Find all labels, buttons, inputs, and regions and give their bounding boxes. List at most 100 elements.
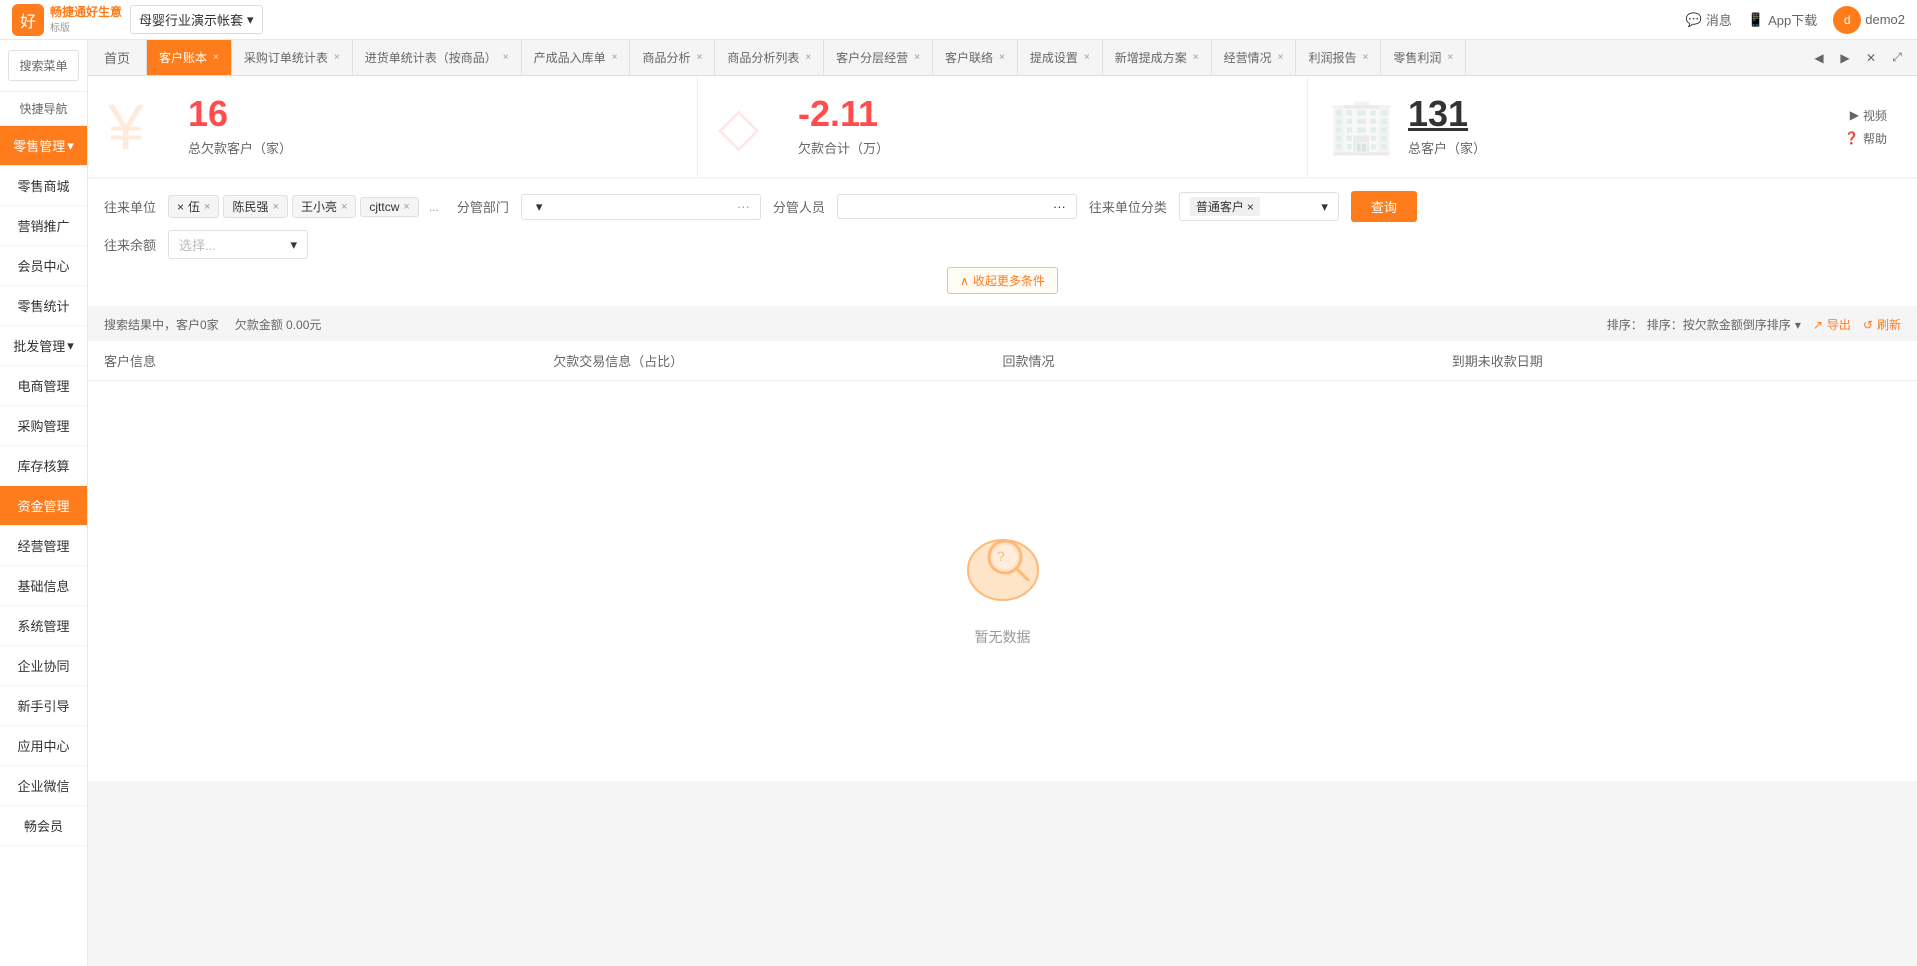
tab-close-retail-profit[interactable]: × [1447, 52, 1453, 63]
tab-operation-status[interactable]: 经营情况 × [1212, 40, 1297, 76]
tab-close-operation-status[interactable]: × [1278, 52, 1284, 63]
sidebar-item-app-center[interactable]: 应用中心 [0, 726, 87, 766]
tab-customer-contact[interactable]: 客户联络 × [933, 40, 1018, 76]
balance-chevron-icon: ▾ [290, 237, 297, 253]
sidebar-item-new-guide[interactable]: 新手引导 [0, 686, 87, 726]
sidebar-item-operation[interactable]: 经营管理 [0, 526, 87, 566]
quick-nav-btn[interactable]: 快捷导航 [0, 92, 87, 126]
store-select[interactable]: 母婴行业演示帐套 ▾ [130, 5, 263, 34]
empty-illustration: ? [943, 515, 1063, 615]
sidebar-item-member-center[interactable]: 会员中心 [0, 246, 87, 286]
avatar: d [1833, 6, 1861, 34]
tab-close-customer-contact[interactable]: × [999, 52, 1005, 63]
remove-tag-4[interactable]: × [403, 201, 409, 213]
filter-tag-4: cjttcw × [360, 197, 418, 217]
wholesale-arrow-icon: ▾ [67, 338, 74, 354]
stat-label-all-customers: 总客户（家） [1408, 138, 1486, 157]
tab-close-profit-report[interactable]: × [1362, 52, 1368, 63]
tab-goods-analysis-list[interactable]: 商品分析列表 × [715, 40, 824, 76]
sidebar-item-enterprise[interactable]: 企业协同 [0, 646, 87, 686]
remove-tag-3[interactable]: × [341, 201, 347, 213]
stat-value-customers: 16 [188, 96, 292, 132]
filter-row-2: 往来余额 选择... ▾ [104, 230, 1901, 259]
tab-close-reminder-settings[interactable]: × [1084, 52, 1090, 63]
tab-close-new-plan[interactable]: × [1193, 52, 1199, 63]
export-btn[interactable]: ↗ 导出 [1813, 316, 1851, 333]
tab-retail-profit[interactable]: 零售利润 × [1381, 40, 1466, 76]
search-menu-btn[interactable]: 搜索菜单 [8, 50, 79, 81]
tab-close-all-btn[interactable]: ✕ [1859, 46, 1883, 70]
sidebar-search-area: 搜索菜单 [0, 40, 87, 92]
table-header: 客户信息 欠款交易信息（占比） 回款情况 到期未收款日期 [88, 341, 1917, 381]
tab-purchase-order-stats[interactable]: 采购订单统计表 × [232, 40, 353, 76]
tab-home[interactable]: 首页 [88, 40, 147, 76]
sidebar-item-purchase[interactable]: 采购管理 [0, 406, 87, 446]
tab-close-goods-analysis-list[interactable]: × [805, 52, 811, 63]
content-area: 首页 客户账本 × 采购订单统计表 × 进货单统计表（按商品） × 产成品入库单… [88, 40, 1917, 966]
result-bar: 搜索结果中，客户0家 欠款金额 0.00元 排序： 排序：按欠款金额倒序排序 ▾… [88, 308, 1917, 341]
collapse-btn[interactable]: ∧ 收起更多条件 [947, 267, 1058, 294]
tab-prev-btn[interactable]: ◀ [1807, 46, 1831, 70]
sidebar-item-finance[interactable]: 资金管理 [0, 486, 87, 526]
tab-close-purchase-order-stats[interactable]: × [334, 52, 340, 63]
result-summary: 搜索结果中，客户0家 [104, 316, 219, 333]
logo-icon: 好 [12, 4, 44, 36]
refresh-btn[interactable]: ↺ 刷新 [1863, 316, 1901, 333]
tab-close-goods-in-stats[interactable]: × [503, 52, 509, 63]
sidebar-item-retail-stats[interactable]: 零售统计 [0, 286, 87, 326]
filter-more-btn[interactable]: ... [423, 198, 445, 216]
tab-profit-report[interactable]: 利润报告 × [1296, 40, 1381, 76]
dept-select[interactable]: ▾ ··· [521, 194, 761, 220]
stat-total-all-customers: 🏢 131 总客户（家） ▶ 视频 ❓ 帮助 [1308, 76, 1917, 177]
header-left: 好 畅捷通好生意 标版 母婴行业演示帐套 ▾ [12, 4, 263, 36]
sort-select[interactable]: 排序： 排序：按欠款金额倒序排序 ▾ [1607, 316, 1801, 333]
sidebar-item-ecommerce[interactable]: 电商管理 [0, 366, 87, 406]
app-download-btn[interactable]: 📱 App下载 [1748, 10, 1817, 29]
filter-tag-2: 陈民强 × [223, 195, 287, 218]
tab-cost-in[interactable]: 产成品入库单 × [522, 40, 631, 76]
dept-chevron-icon: ▾ [536, 199, 543, 215]
sidebar-item-basic-info[interactable]: 基础信息 [0, 566, 87, 606]
filter-tag-3: 王小亮 × [292, 195, 356, 218]
tab-close-customer-account[interactable]: × [213, 52, 219, 63]
tab-next-btn[interactable]: ▶ [1833, 46, 1857, 70]
tab-fullscreen-btn[interactable]: ⤢ [1885, 46, 1909, 70]
tab-close-customer-tier[interactable]: × [914, 52, 920, 63]
sidebar-item-inventory[interactable]: 库存核算 [0, 446, 87, 486]
tab-close-goods-analysis[interactable]: × [696, 52, 702, 63]
tab-close-cost-in[interactable]: × [612, 52, 618, 63]
tab-goods-analysis[interactable]: 商品分析 × [630, 40, 715, 76]
search-btn[interactable]: 查询 [1351, 191, 1417, 222]
tab-reminder-settings[interactable]: 提成设置 × [1018, 40, 1103, 76]
stats-row: ¥ 16 总欠款客户（家） ◇ -2.11 欠款合计（万） 🏢 [88, 76, 1917, 177]
sidebar-item-retail-mall[interactable]: 零售商城 [0, 166, 87, 206]
remove-tag-1[interactable]: × [204, 201, 210, 213]
sidebar-item-marketing[interactable]: 营销推广 [0, 206, 87, 246]
remove-class-tag[interactable]: × [1247, 200, 1254, 214]
phone-icon: 📱 [1748, 12, 1764, 28]
sidebar-item-wechat[interactable]: 企业微信 [0, 766, 87, 806]
col-repayment: 回款情况 [1003, 351, 1452, 370]
tab-new-plan[interactable]: 新增提成方案 × [1103, 40, 1212, 76]
remove-tag-2[interactable]: × [273, 201, 279, 213]
sidebar-item-vip[interactable]: 畅会员 [0, 806, 87, 846]
logo-area: 好 畅捷通好生意 标版 [12, 4, 122, 36]
tab-goods-in-stats[interactable]: 进货单统计表（按商品） × [353, 40, 522, 76]
tab-customer-account[interactable]: 客户账本 × [147, 40, 232, 76]
sidebar-item-system[interactable]: 系统管理 [0, 606, 87, 646]
col-customer-info: 客户信息 [104, 351, 553, 370]
main-layout: 搜索菜单 快捷导航 零售管理 ▾ 零售商城 营销推广 会员中心 零售统计 批发管… [0, 40, 1917, 966]
sidebar-item-retail-mgmt[interactable]: 零售管理 ▾ [0, 126, 87, 166]
video-btn[interactable]: ▶ 视频 [1850, 107, 1887, 124]
sidebar-item-wholesale-mgmt[interactable]: 批发管理 ▾ [0, 326, 87, 366]
help-btn[interactable]: ❓ 帮助 [1844, 130, 1887, 147]
table-body: ? 暂无数据 [88, 381, 1917, 781]
page-content: ¥ 16 总欠款客户（家） ◇ -2.11 欠款合计（万） 🏢 [88, 76, 1917, 966]
message-btn[interactable]: 💬 消息 [1686, 10, 1732, 29]
stat-total-customers: ¥ 16 总欠款客户（家） [88, 76, 698, 177]
unit-class-select[interactable]: 普通客户 × ▾ [1179, 192, 1339, 221]
balance-select[interactable]: 选择... ▾ [168, 230, 308, 259]
tab-customer-tier[interactable]: 客户分层经营 × [824, 40, 933, 76]
user-menu[interactable]: d demo2 [1833, 6, 1905, 34]
person-select[interactable]: ··· [837, 194, 1077, 219]
